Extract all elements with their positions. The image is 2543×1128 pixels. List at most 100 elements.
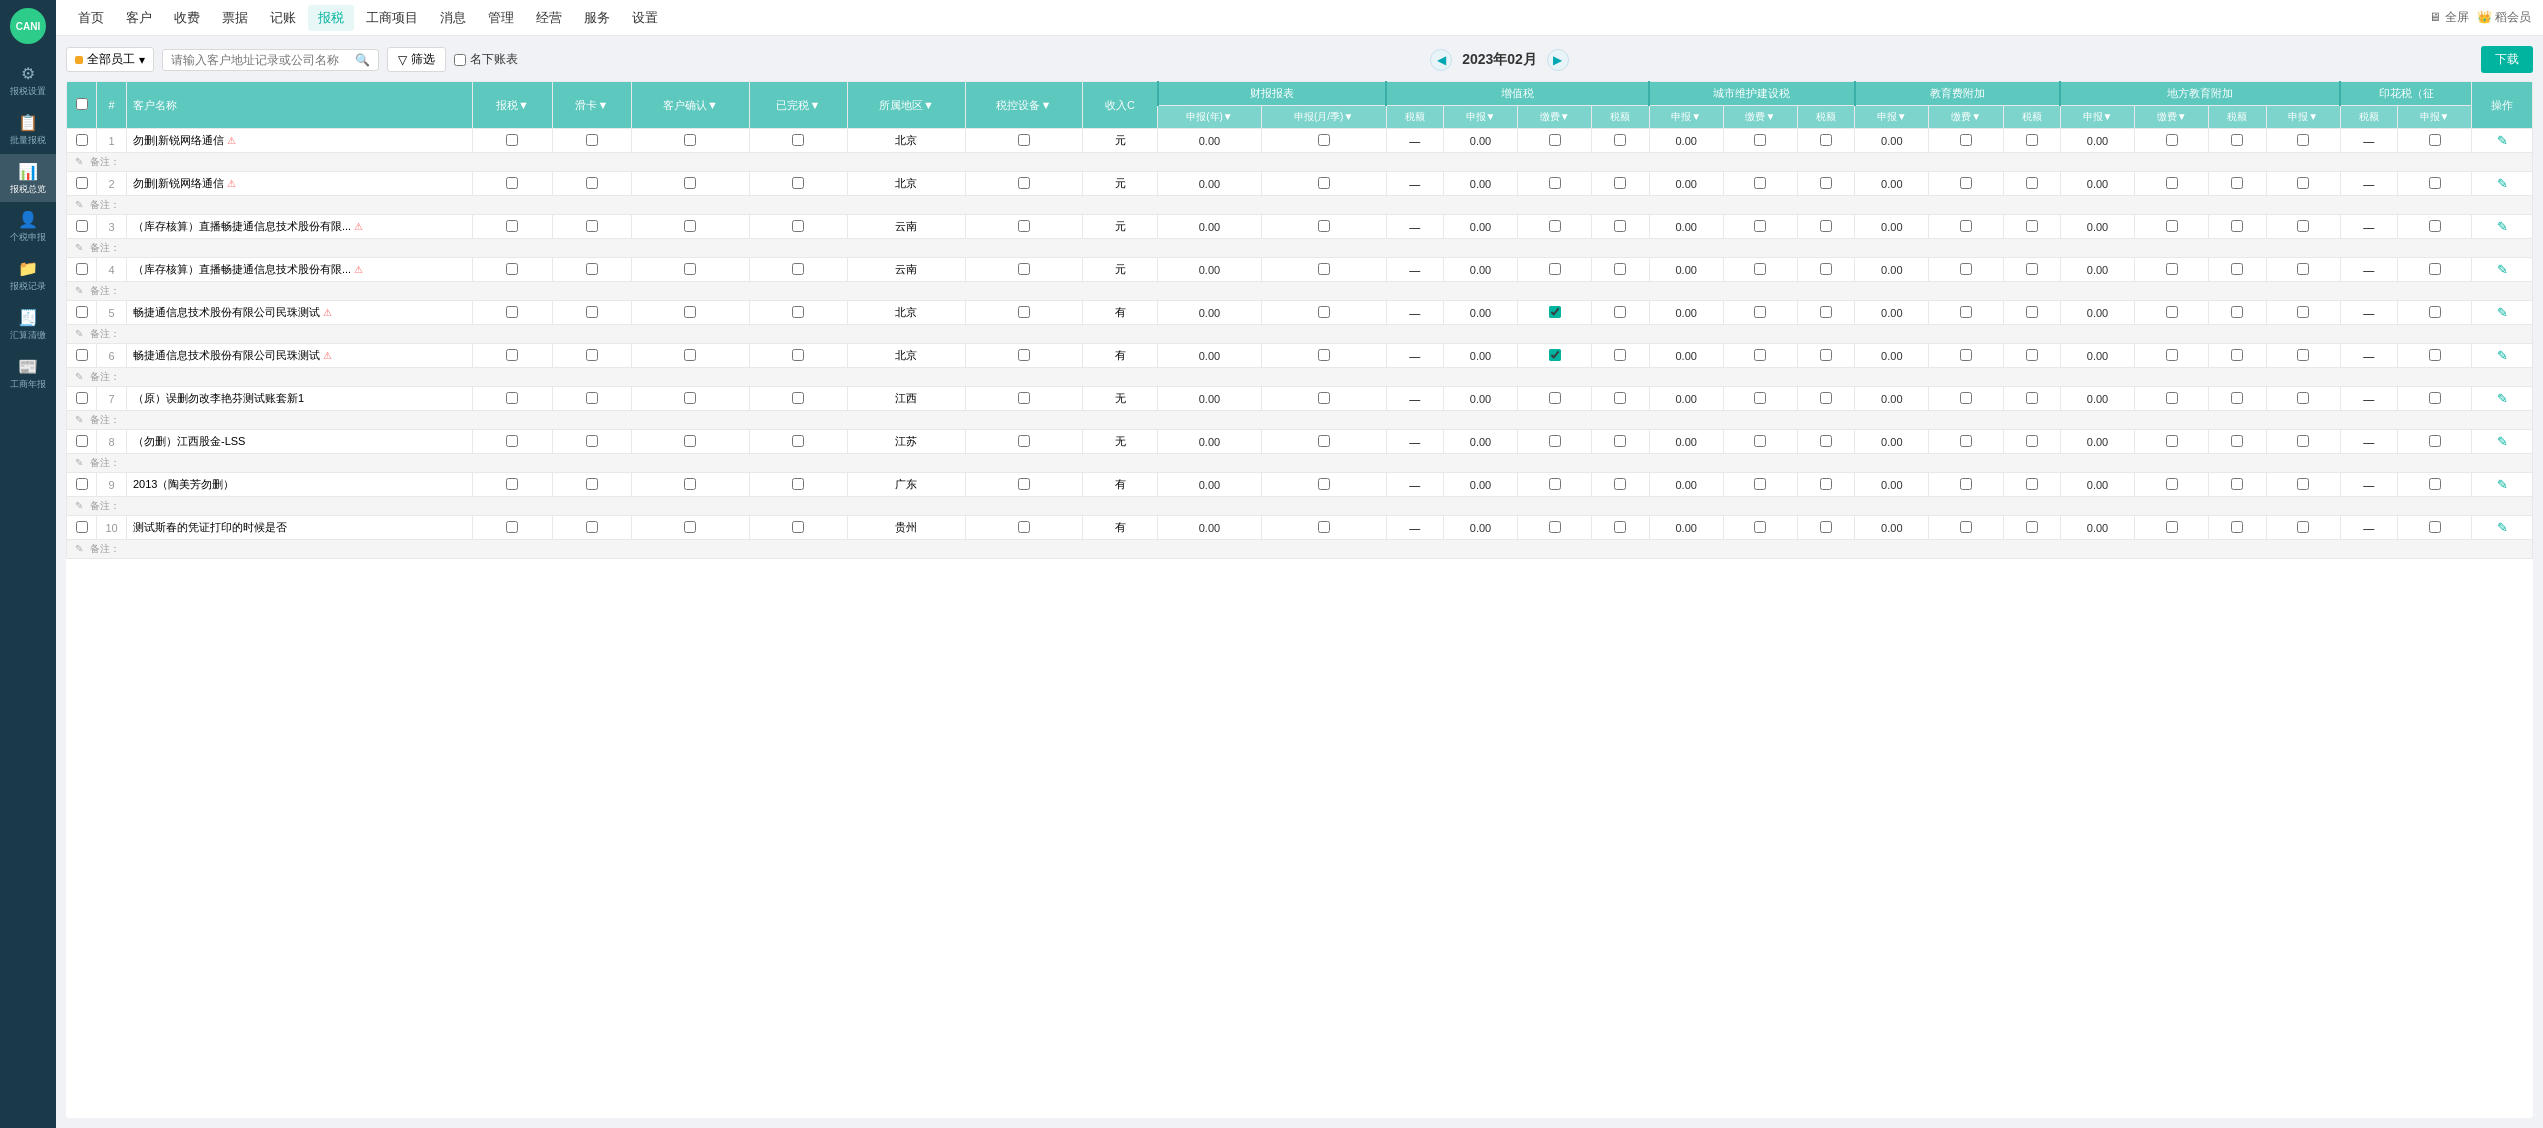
nianbao-check[interactable] xyxy=(1318,306,1330,318)
nav-customer[interactable]: 客户 xyxy=(116,5,162,31)
queiren-check[interactable] xyxy=(684,349,696,361)
difang-shue2-check[interactable] xyxy=(2297,521,2309,533)
jiaoyu-jiaofei-check[interactable] xyxy=(2026,478,2038,490)
difang-shue2-check[interactable] xyxy=(2297,478,2309,490)
difang-shenbao-check[interactable] xyxy=(2166,435,2178,447)
baoshui-check[interactable] xyxy=(506,263,518,275)
baoshui-check[interactable] xyxy=(506,478,518,490)
jiaoyu-jiaofei-check[interactable] xyxy=(2026,435,2038,447)
nav-jingying[interactable]: 经营 xyxy=(526,5,572,31)
huaka-check[interactable] xyxy=(586,306,598,318)
edit-icon[interactable]: ✎ xyxy=(2497,391,2508,406)
filter-button[interactable]: ▽ 筛选 xyxy=(387,47,446,72)
jiaofei-check[interactable] xyxy=(1614,306,1626,318)
chengshi-shenbao-check[interactable] xyxy=(1754,521,1766,533)
huaka-check[interactable] xyxy=(586,478,598,490)
shebei-check[interactable] xyxy=(1018,392,1030,404)
jiaoyu-jiaofei-check[interactable] xyxy=(2026,521,2038,533)
chengshi-jiaofei-check[interactable] xyxy=(1820,392,1832,404)
difang-shue2-check[interactable] xyxy=(2297,392,2309,404)
wansui-check[interactable] xyxy=(792,392,804,404)
sidebar-item-baoshuijilu[interactable]: 📁 报税记录 xyxy=(0,251,56,300)
nianbao-check[interactable] xyxy=(1318,134,1330,146)
shebei-check[interactable] xyxy=(1018,263,1030,275)
jiaofei-check[interactable] xyxy=(1614,521,1626,533)
difang-shue2-check[interactable] xyxy=(2297,177,2309,189)
nianbao-check[interactable] xyxy=(1318,478,1330,490)
edit-icon[interactable]: ✎ xyxy=(2497,219,2508,234)
th-jiaoyu-jiaofei[interactable]: 缴费▼ xyxy=(1929,106,2003,129)
next-month-button[interactable]: ▶ xyxy=(1547,49,1569,71)
difang-shenbao-check[interactable] xyxy=(2166,220,2178,232)
zengjia-check[interactable] xyxy=(1549,220,1561,232)
th-shebeizhuangbei[interactable]: 税控设备▼ xyxy=(965,82,1083,129)
huaka-check[interactable] xyxy=(586,177,598,189)
difang-jiaofei-check[interactable] xyxy=(2231,220,2243,232)
nav-baoshui[interactable]: 报税 xyxy=(308,5,354,31)
difang-shenbao-check[interactable] xyxy=(2166,478,2178,490)
row-checkbox[interactable] xyxy=(76,177,88,189)
difang-jiaofei-check[interactable] xyxy=(2231,134,2243,146)
zengjia-check[interactable] xyxy=(1549,521,1561,533)
row-checkbox[interactable] xyxy=(76,263,88,275)
sidebar-item-baoshuizonglan[interactable]: 📊 报税总览 xyxy=(0,154,56,203)
th-zengjia-jiaofei[interactable]: 缴费▼ xyxy=(1518,106,1592,129)
jiaofei-check[interactable] xyxy=(1614,220,1626,232)
jiaoyu-shenbao-check[interactable] xyxy=(1960,306,1972,318)
difang-shenbao-check[interactable] xyxy=(2166,263,2178,275)
queiren-check[interactable] xyxy=(684,177,696,189)
employee-filter[interactable]: 全部员工 ▾ xyxy=(66,47,154,72)
shebei-check[interactable] xyxy=(1018,177,1030,189)
difang-jiaofei-check[interactable] xyxy=(2231,349,2243,361)
th-zengjia-shenbao[interactable]: 申报▼ xyxy=(1443,106,1517,129)
jiaofei-check[interactable] xyxy=(1614,134,1626,146)
yinhua-shue-check[interactable] xyxy=(2429,392,2441,404)
zengjia-check[interactable] xyxy=(1549,392,1561,404)
nav-piaoju[interactable]: 票据 xyxy=(212,5,258,31)
zengjia-check[interactable] xyxy=(1549,435,1561,447)
chengshi-jiaofei-check[interactable] xyxy=(1820,306,1832,318)
row-checkbox[interactable] xyxy=(76,521,88,533)
difang-shue2-check[interactable] xyxy=(2297,220,2309,232)
chengshi-shenbao-check[interactable] xyxy=(1754,349,1766,361)
jiaoyu-jiaofei-check[interactable] xyxy=(2026,134,2038,146)
th-baoshui[interactable]: 报税▼ xyxy=(473,82,552,129)
huaka-check[interactable] xyxy=(586,220,598,232)
nav-jizhang[interactable]: 记账 xyxy=(260,5,306,31)
difang-shue2-check[interactable] xyxy=(2297,263,2309,275)
prev-month-button[interactable]: ◀ xyxy=(1430,49,1452,71)
edit-icon[interactable]: ✎ xyxy=(2497,434,2508,449)
difang-shenbao-check[interactable] xyxy=(2166,177,2178,189)
shebei-check[interactable] xyxy=(1018,306,1030,318)
jiaoyu-jiaofei-check[interactable] xyxy=(2026,349,2038,361)
jiaoyu-shenbao-check[interactable] xyxy=(1960,220,1972,232)
zengjia-check[interactable] xyxy=(1549,134,1561,146)
shebei-check[interactable] xyxy=(1018,220,1030,232)
edit-icon[interactable]: ✎ xyxy=(2497,520,2508,535)
yinhua-shue-check[interactable] xyxy=(2429,349,2441,361)
yinhua-shue-check[interactable] xyxy=(2429,306,2441,318)
queiren-check[interactable] xyxy=(684,521,696,533)
baoshui-check[interactable] xyxy=(506,134,518,146)
jiaofei-check[interactable] xyxy=(1614,349,1626,361)
chengshi-jiaofei-check[interactable] xyxy=(1820,134,1832,146)
zengjia-check[interactable] xyxy=(1549,306,1561,318)
wansui-check[interactable] xyxy=(792,306,804,318)
queiren-check[interactable] xyxy=(684,263,696,275)
yinhua-shue-check[interactable] xyxy=(2429,478,2441,490)
th-caiwu-yuejibao[interactable]: 申报(月/季)▼ xyxy=(1261,106,1386,129)
row-checkbox[interactable] xyxy=(76,134,88,146)
nav-fuwu[interactable]: 服务 xyxy=(574,5,620,31)
th-huaka[interactable]: 滑卡▼ xyxy=(552,82,631,129)
queiren-check[interactable] xyxy=(684,134,696,146)
difang-shenbao-check[interactable] xyxy=(2166,306,2178,318)
th-caiwu-nianbao[interactable]: 申报(年)▼ xyxy=(1158,106,1261,129)
huaka-check[interactable] xyxy=(586,134,598,146)
sidebar-item-gongshangnianbao[interactable]: 📰 工商年报 xyxy=(0,349,56,398)
yinhua-shue-check[interactable] xyxy=(2429,263,2441,275)
row-checkbox[interactable] xyxy=(76,349,88,361)
chengshi-shenbao-check[interactable] xyxy=(1754,134,1766,146)
yinhua-shue-check[interactable] xyxy=(2429,134,2441,146)
difang-shue2-check[interactable] xyxy=(2297,134,2309,146)
th-wansui[interactable]: 已完税▼ xyxy=(749,82,847,129)
